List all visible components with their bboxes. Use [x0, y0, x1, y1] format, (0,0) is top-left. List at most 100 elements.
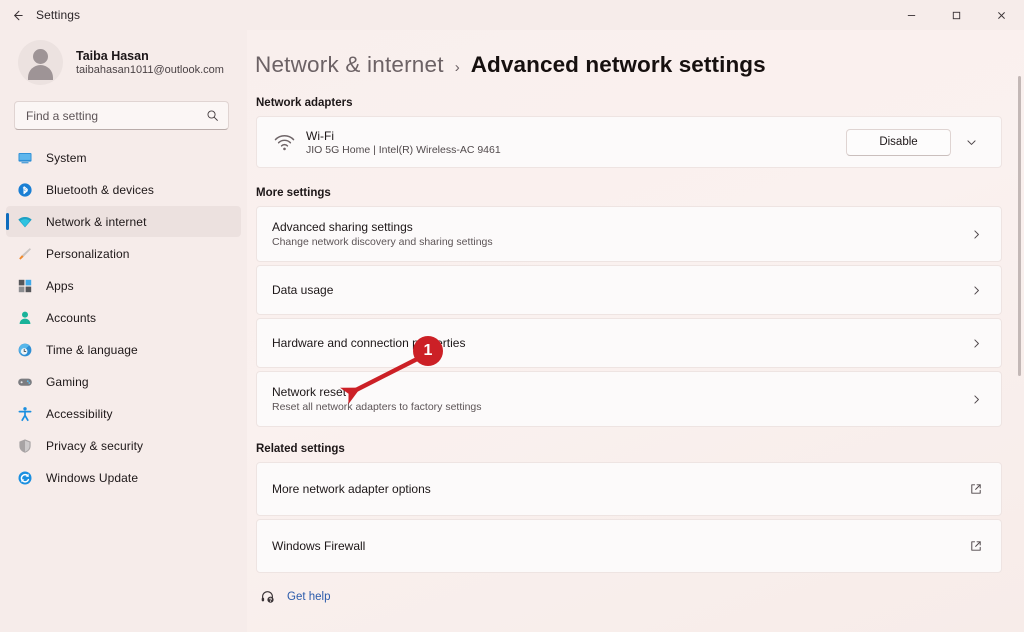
avatar [18, 40, 63, 85]
sidebar-item-label: Bluetooth & devices [46, 183, 154, 197]
search-input[interactable] [26, 109, 206, 123]
row-network-reset[interactable]: Network reset Reset all network adapters… [256, 371, 1002, 427]
sidebar-item-windows-update[interactable]: Windows Update [6, 462, 241, 493]
close-icon [996, 10, 1007, 21]
sidebar-item-accounts[interactable]: Accounts [6, 302, 241, 333]
minimize-button[interactable] [889, 0, 934, 30]
window-body: Taiba Hasan taibahasan1011@outlook.com [0, 30, 1024, 632]
row-advanced-sharing-settings[interactable]: Advanced sharing settings Change network… [256, 206, 1002, 262]
bluetooth-icon [16, 181, 33, 198]
sidebar-item-system[interactable]: System [6, 142, 241, 173]
profile-text: Taiba Hasan taibahasan1011@outlook.com [76, 49, 224, 76]
adapter-expand-button[interactable] [955, 129, 987, 156]
adapter-texts: Wi-Fi JIO 5G Home | Intel(R) Wireless-AC… [306, 129, 846, 156]
breadcrumb-separator-icon: › [455, 59, 460, 76]
row-hardware-and-connection-properties[interactable]: Hardware and connection properties [256, 318, 1002, 368]
chevron-down-icon [965, 136, 978, 149]
main-content: Network & internet › Advanced network se… [247, 30, 1024, 632]
vertical-scrollbar[interactable] [1016, 76, 1022, 632]
row-title: Hardware and connection properties [272, 336, 965, 350]
profile-email: taibahasan1011@outlook.com [76, 64, 224, 76]
row-texts: Windows Firewall [272, 539, 965, 553]
gamepad-icon [16, 373, 33, 390]
wifi-signal-icon [271, 132, 297, 153]
sidebar-item-label: Apps [46, 279, 74, 293]
row-more-network-adapter-options[interactable]: More network adapter options [256, 462, 1002, 516]
adapter-name: Wi-Fi [306, 129, 846, 143]
row-data-usage[interactable]: Data usage [256, 265, 1002, 315]
section-title-network-adapters: Network adapters [256, 97, 1002, 109]
person-icon [16, 309, 33, 326]
shield-icon [16, 437, 33, 454]
sidebar-item-apps[interactable]: Apps [6, 270, 241, 301]
row-title: More network adapter options [272, 482, 965, 496]
breadcrumb: Network & internet › Advanced network se… [247, 30, 1002, 78]
wifi-icon [16, 213, 33, 230]
row-texts: Hardware and connection properties [272, 336, 965, 350]
content-inner: Network & internet › Advanced network se… [247, 30, 1024, 604]
user-profile[interactable]: Taiba Hasan taibahasan1011@outlook.com [0, 30, 247, 95]
sidebar-item-label: Gaming [46, 375, 89, 389]
search-box[interactable] [14, 101, 229, 130]
sidebar-item-label: Accounts [46, 311, 96, 325]
sidebar-item-accessibility[interactable]: Accessibility [6, 398, 241, 429]
settings-window: Settings [0, 0, 1024, 632]
row-windows-firewall[interactable]: Windows Firewall [256, 519, 1002, 573]
paintbrush-icon [16, 245, 33, 262]
row-texts: Network reset Reset all network adapters… [272, 385, 965, 413]
breadcrumb-parent[interactable]: Network & internet [255, 52, 444, 78]
back-button[interactable] [0, 0, 34, 30]
disable-button[interactable]: Disable [846, 129, 951, 156]
minimize-icon [906, 10, 917, 21]
apps-icon [16, 277, 33, 294]
sidebar-item-label: Personalization [46, 247, 130, 261]
sidebar-item-time-language[interactable]: Time & language [6, 334, 241, 365]
sidebar-item-personalization[interactable]: Personalization [6, 238, 241, 269]
sidebar-item-privacy-security[interactable]: Privacy & security [6, 430, 241, 461]
sidebar-nav: System Bluetooth & devices [0, 140, 247, 493]
row-texts: More network adapter options [272, 482, 965, 496]
chevron-right-icon [965, 284, 987, 297]
sidebar-item-label: Time & language [46, 343, 138, 357]
row-texts: Advanced sharing settings Change network… [272, 220, 965, 248]
page-title: Advanced network settings [471, 52, 766, 78]
scrollbar-thumb[interactable] [1018, 76, 1021, 376]
maximize-button[interactable] [934, 0, 979, 30]
sidebar-item-bluetooth-devices[interactable]: Bluetooth & devices [6, 174, 241, 205]
sidebar-item-label: System [46, 151, 87, 165]
sidebar-item-label: Privacy & security [46, 439, 143, 453]
row-subtitle: Reset all network adapters to factory se… [272, 401, 965, 413]
section-title-more-settings: More settings [256, 187, 1002, 199]
section-title-related-settings: Related settings [256, 443, 1002, 455]
window-title: Settings [36, 8, 80, 22]
profile-name: Taiba Hasan [76, 49, 224, 63]
get-help-link[interactable]: Get help [256, 589, 1002, 604]
row-title: Windows Firewall [272, 539, 965, 553]
row-subtitle: Change network discovery and sharing set… [272, 236, 965, 248]
help-headset-icon [260, 589, 275, 604]
clock-icon [16, 341, 33, 358]
row-title: Advanced sharing settings [272, 220, 965, 234]
update-icon [16, 469, 33, 486]
chevron-right-icon [965, 228, 987, 241]
external-link-icon [965, 539, 987, 553]
sidebar-item-network-internet[interactable]: Network & internet [6, 206, 241, 237]
get-help-label: Get help [287, 591, 330, 603]
close-button[interactable] [979, 0, 1024, 30]
chevron-right-icon [965, 393, 987, 406]
row-texts: Data usage [272, 283, 965, 297]
search-wrapper [0, 95, 247, 140]
accessibility-icon [16, 405, 33, 422]
sidebar-item-label: Accessibility [46, 407, 113, 421]
adapter-row-wifi[interactable]: Wi-Fi JIO 5G Home | Intel(R) Wireless-AC… [256, 116, 1002, 168]
adapter-details: JIO 5G Home | Intel(R) Wireless-AC 9461 [306, 144, 846, 156]
title-bar: Settings [0, 0, 1024, 30]
sidebar-item-gaming[interactable]: Gaming [6, 366, 241, 397]
external-link-icon [965, 482, 987, 496]
row-title: Data usage [272, 283, 965, 297]
chevron-right-icon [965, 337, 987, 350]
window-controls [889, 0, 1024, 30]
sidebar: Taiba Hasan taibahasan1011@outlook.com [0, 30, 247, 632]
sidebar-item-label: Windows Update [46, 471, 138, 485]
maximize-icon [951, 10, 962, 21]
